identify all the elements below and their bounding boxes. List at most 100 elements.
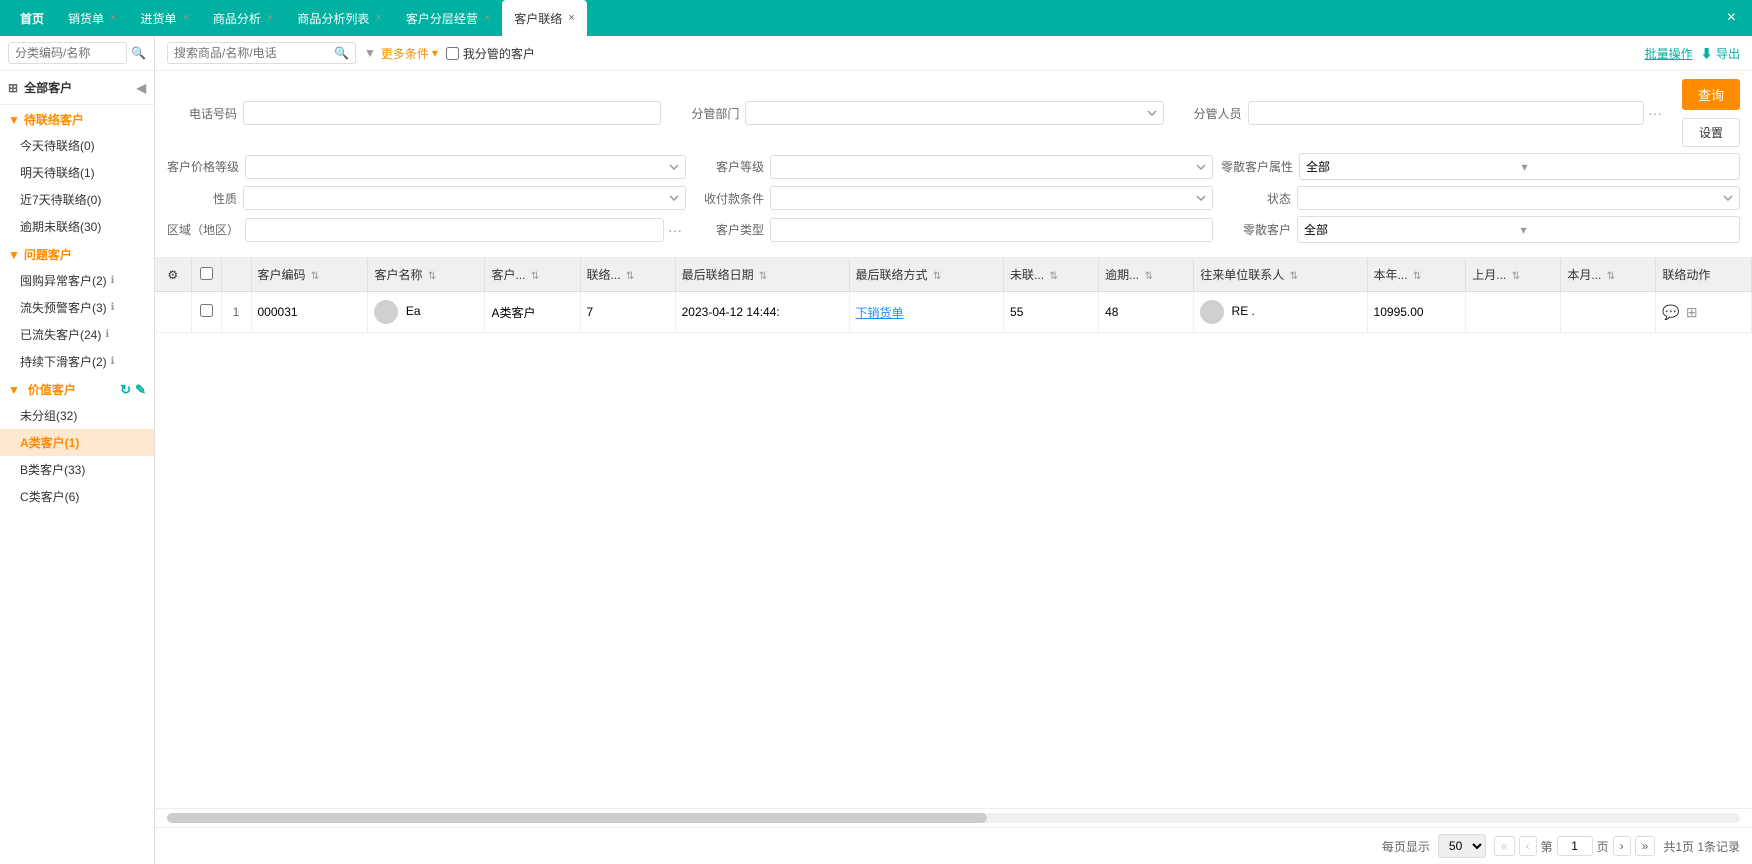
person-input[interactable] [1248, 101, 1644, 125]
person-dots-button[interactable]: ··· [1644, 105, 1666, 121]
nav-home[interactable]: 首页 [8, 0, 56, 36]
close-customer-tier-tab[interactable]: × [484, 12, 490, 24]
sidebar-item-today[interactable]: 今天待联络(0) [0, 132, 154, 159]
more-filters-button[interactable]: ▼ 更多条件 ▾ [364, 45, 438, 62]
retail-attr-select[interactable]: 全部 ▾ [1299, 153, 1740, 180]
per-page-label: 每页显示 [1382, 838, 1430, 855]
sort-last-contact-date[interactable]: ⇅ [759, 271, 767, 282]
chat-icon[interactable]: 💬 [1662, 304, 1679, 321]
sort-code[interactable]: ⇅ [311, 271, 319, 282]
next-page-button[interactable]: › [1613, 836, 1631, 856]
row-last-contact-method[interactable]: 下销货单 [849, 292, 1004, 333]
nav-customer-tier[interactable]: 客户分层经营 × [394, 0, 502, 36]
sort-this-month[interactable]: ⇅ [1607, 271, 1615, 282]
close-purchase-tab[interactable]: × [182, 12, 188, 24]
nature-select[interactable] [243, 186, 686, 210]
customer-level-field: 客户等级 [694, 155, 1213, 179]
nav-product-analysis[interactable]: 商品分析 × [201, 0, 285, 36]
col-code: 客户编码 ⇅ [251, 258, 368, 292]
select-all-checkbox[interactable] [200, 267, 213, 280]
query-button[interactable]: 查询 [1682, 79, 1740, 110]
sort-contact[interactable]: ⇅ [626, 271, 634, 282]
my-customers-checkbox[interactable]: 我分管的客户 [446, 45, 535, 62]
row-name[interactable]: Ea [368, 292, 485, 333]
row-checkbox[interactable] [200, 304, 213, 317]
last-contact-link[interactable]: 下销货单 [856, 306, 904, 320]
my-customers-check[interactable] [446, 47, 459, 60]
sidebar-search-input[interactable] [8, 42, 127, 64]
phone-input[interactable] [243, 101, 661, 125]
sidebar-collapse-icon[interactable]: ◀ [137, 81, 146, 95]
sort-last-contact-method[interactable]: ⇅ [933, 271, 941, 282]
sidebar-search-icon[interactable]: 🔍 [131, 46, 146, 60]
qr-icon[interactable]: ⊞ [1686, 304, 1698, 321]
close-sales-tab[interactable]: × [110, 12, 116, 24]
top-navigation: 首页 销货单 × 进货单 × 商品分析 × 商品分析列表 × 客户分层经营 × … [0, 0, 1752, 36]
nav-product-analysis-list[interactable]: 商品分析列表 × [285, 0, 393, 36]
sidebar-item-ungrouped[interactable]: 未分组(32) [0, 402, 154, 429]
nav-purchase[interactable]: 进货单 × [128, 0, 200, 36]
sidebar-item-tomorrow[interactable]: 明天待联络(1) [0, 159, 154, 186]
close-product-analysis-tab[interactable]: × [267, 12, 273, 24]
status-select[interactable] [1297, 186, 1740, 210]
close-customer-contact-tab[interactable]: × [568, 12, 574, 24]
sort-company-contact[interactable]: ⇅ [1290, 271, 1298, 282]
export-button[interactable]: ⬇ 导出 [1701, 45, 1740, 62]
global-close-button[interactable]: × [1719, 9, 1744, 27]
sidebar-item-abnormal[interactable]: 囤购异常客户(2) ℹ [0, 267, 154, 294]
sort-name[interactable]: ⇅ [428, 271, 436, 282]
sidebar-item-b-class[interactable]: B类客户(33) [0, 456, 154, 483]
sidebar-item-churned[interactable]: 已流失客户(24) ℹ [0, 321, 154, 348]
dept-select[interactable] [745, 101, 1163, 125]
sidebar-item-c-class[interactable]: C类客户(6) [0, 483, 154, 510]
nav-sales[interactable]: 销货单 × [56, 0, 128, 36]
company-contact-avatar [1200, 300, 1224, 324]
retail-customer-select[interactable]: 全部 ▾ [1297, 216, 1740, 243]
page-label: 第 [1541, 838, 1553, 855]
status-field: 状态 [1221, 186, 1740, 210]
customer-level-select[interactable] [770, 155, 1213, 179]
region-dots-button[interactable]: ··· [664, 222, 686, 238]
col-last-contact-method: 最后联络方式 ⇅ [849, 258, 1004, 292]
filter-search-input[interactable] [174, 46, 334, 60]
filter-search-icon[interactable]: 🔍 [334, 46, 349, 60]
sidebar-section-pending[interactable]: ▼ 待联络客户 [0, 105, 154, 132]
prev-page-button[interactable]: ‹ [1519, 836, 1537, 856]
gear-icon[interactable]: ⚙ [167, 268, 178, 282]
page-input[interactable] [1557, 836, 1593, 856]
region-input[interactable] [245, 218, 664, 242]
per-page-select[interactable]: 50 [1438, 834, 1486, 858]
setting-button[interactable]: 设置 [1682, 118, 1740, 147]
info-icon-churned: ℹ [105, 329, 109, 340]
sort-overdue[interactable]: ⇅ [1144, 271, 1152, 282]
scrollbar-thumb[interactable] [167, 813, 987, 823]
sidebar-item-churn-warning[interactable]: 流失预警客户(3) ℹ [0, 294, 154, 321]
sidebar-all-customers-header[interactable]: ⊞ 全部客户 ◀ [0, 71, 154, 105]
sidebar-item-7days[interactable]: 近7天待联络(0) [0, 186, 154, 213]
value-refresh-icon[interactable]: ↻ [120, 382, 131, 398]
sidebar-section-problem[interactable]: ▼ 问题客户 [0, 240, 154, 267]
export-icon: ⬇ [1701, 47, 1713, 61]
row-gear [155, 292, 191, 333]
sidebar-section-value[interactable]: ▼ 价值客户 ↻ ✎ [0, 375, 154, 402]
sort-year-amount[interactable]: ⇅ [1413, 271, 1421, 282]
sidebar-search-area: 🔍 [0, 36, 154, 71]
sort-no-contact[interactable]: ⇅ [1049, 271, 1057, 282]
sidebar-item-declining[interactable]: 持续下滑客户(2) ℹ [0, 348, 154, 375]
sort-last-month[interactable]: ⇅ [1512, 271, 1520, 282]
row-company-contact: RE . [1194, 292, 1367, 333]
nav-customer-contact[interactable]: 客户联络 × [502, 0, 586, 36]
sort-customer-type[interactable]: ⇅ [531, 271, 539, 282]
close-product-analysis-list-tab[interactable]: × [375, 12, 381, 24]
payment-select[interactable] [770, 186, 1213, 210]
sidebar-item-a-class[interactable]: A类客户(1) [0, 429, 154, 456]
customer-type-input[interactable] [770, 218, 1213, 242]
sidebar-item-overdue[interactable]: 逾期未联络(30) [0, 213, 154, 240]
col-contact: 联络... ⇅ [580, 258, 675, 292]
price-level-select[interactable] [245, 155, 686, 179]
batch-op-button[interactable]: 批量操作 [1645, 45, 1693, 62]
last-page-button[interactable]: » [1635, 836, 1656, 856]
col-year-amount: 本年... ⇅ [1367, 258, 1466, 292]
value-edit-icon[interactable]: ✎ [135, 382, 146, 398]
first-page-button[interactable]: « [1494, 836, 1515, 856]
